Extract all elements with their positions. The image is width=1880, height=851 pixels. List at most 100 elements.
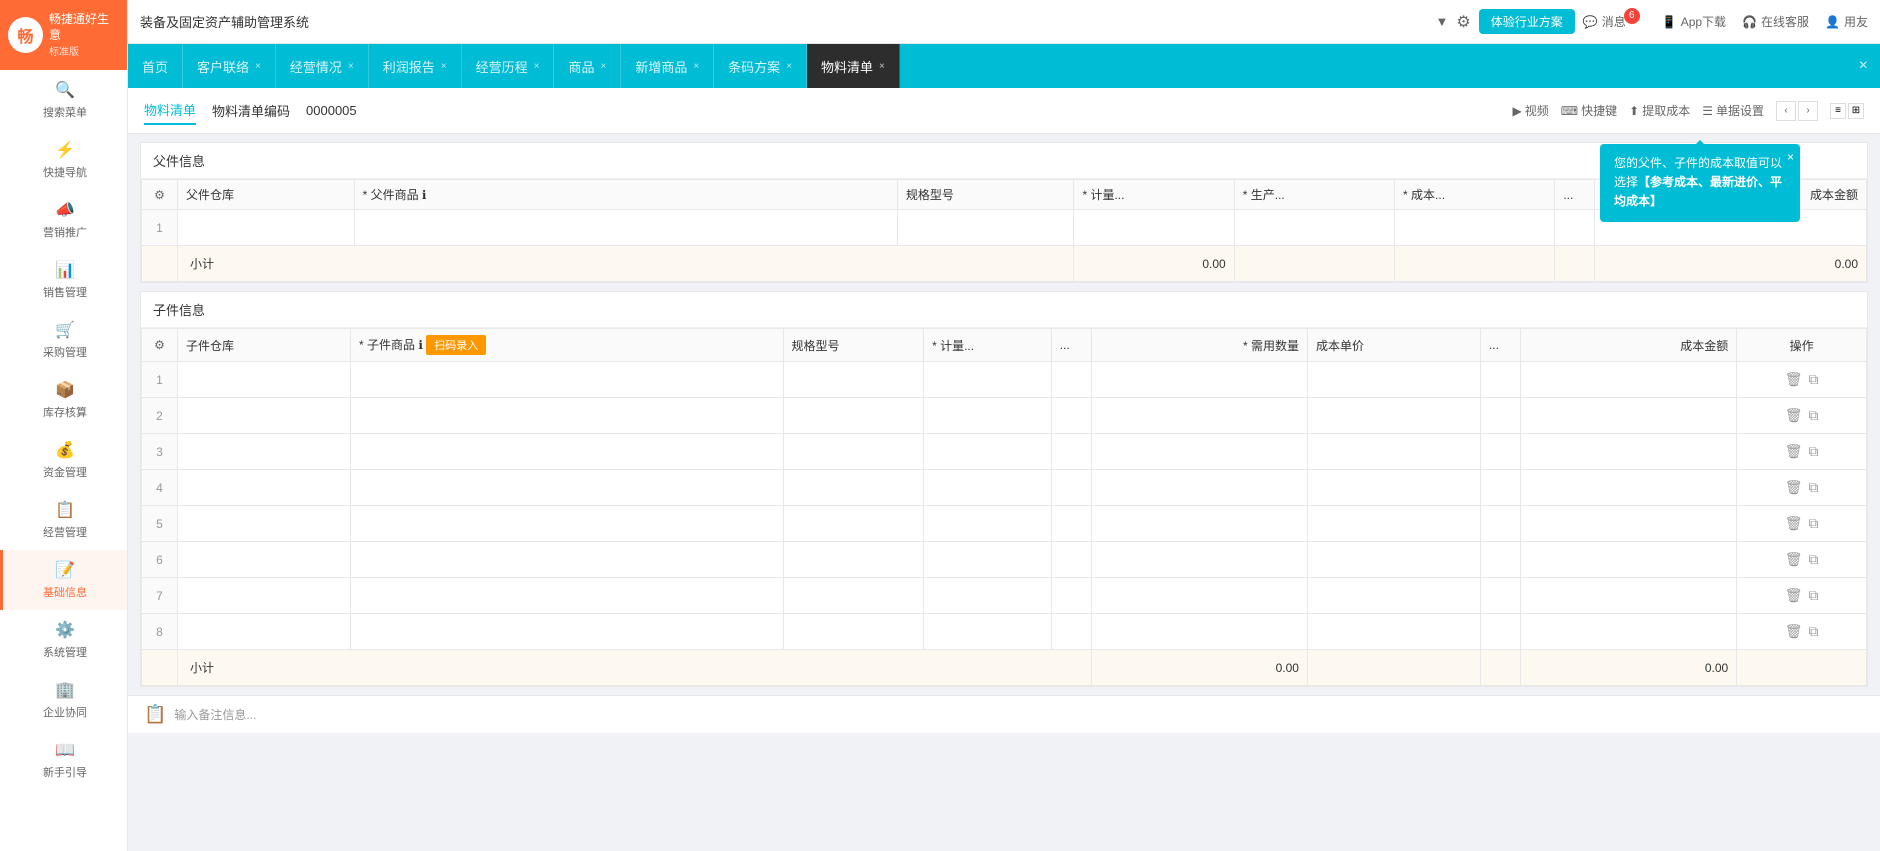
child-qty-6[interactable] bbox=[924, 542, 1052, 578]
parent-spec-cell[interactable] bbox=[897, 210, 1074, 246]
video-button[interactable]: ▶ 视频 bbox=[1513, 102, 1549, 119]
child-warehouse-1[interactable] bbox=[178, 362, 351, 398]
grid-view-icon[interactable]: ⊞ bbox=[1848, 103, 1864, 119]
child-spec-5[interactable] bbox=[783, 506, 924, 542]
parent-warehouse-cell[interactable] bbox=[178, 210, 355, 246]
copy-icon-5[interactable]: ⧉ bbox=[1808, 515, 1818, 532]
tab-barcode[interactable]: 条码方案 × bbox=[714, 44, 807, 88]
child-goods-7[interactable] bbox=[351, 578, 784, 614]
child-cost-unit-1[interactable] bbox=[1307, 362, 1480, 398]
copy-icon-2[interactable]: ⧉ bbox=[1808, 407, 1818, 424]
tab-close-new-goods[interactable]: × bbox=[693, 61, 699, 72]
child-spec-7[interactable] bbox=[783, 578, 924, 614]
sidebar-item-search[interactable]: 🔍 搜索菜单 bbox=[0, 70, 127, 130]
sidebar-item-inventory[interactable]: 📦 库存核算 bbox=[0, 370, 127, 430]
trial-tag[interactable]: 体验行业方案 bbox=[1479, 9, 1575, 34]
child-cost-unit-2[interactable] bbox=[1307, 398, 1480, 434]
child-qty-needed-2[interactable] bbox=[1091, 398, 1307, 434]
shortcut-button[interactable]: ⌨ 快捷键 bbox=[1561, 102, 1617, 119]
child-spec-2[interactable] bbox=[783, 398, 924, 434]
parent-col-settings[interactable]: ⚙ bbox=[142, 180, 178, 210]
next-arrow[interactable]: › bbox=[1798, 101, 1818, 121]
copy-icon-8[interactable]: ⧉ bbox=[1808, 623, 1818, 640]
child-qty-needed-8[interactable] bbox=[1091, 614, 1307, 650]
tab-history[interactable]: 经营历程 × bbox=[462, 44, 555, 88]
child-qty-needed-4[interactable] bbox=[1091, 470, 1307, 506]
child-warehouse-8[interactable] bbox=[178, 614, 351, 650]
tab-profit[interactable]: 利润报告 × bbox=[369, 44, 462, 88]
tab-close-customer[interactable]: × bbox=[255, 61, 261, 72]
sidebar-item-quick-nav[interactable]: ⚡ 快捷导航 bbox=[0, 130, 127, 190]
tab-close-operations[interactable]: × bbox=[348, 61, 354, 72]
online-service-button[interactable]: 🎧 在线客服 bbox=[1742, 13, 1809, 30]
delete-icon-8[interactable]: 🗑 bbox=[1785, 623, 1803, 640]
child-goods-8[interactable] bbox=[351, 614, 784, 650]
nav-close-all[interactable]: × bbox=[1847, 57, 1880, 75]
tab-close-profit[interactable]: × bbox=[441, 61, 447, 72]
sidebar-item-enterprise[interactable]: 🏢 企业协同 bbox=[0, 670, 127, 730]
child-qty-needed-5[interactable] bbox=[1091, 506, 1307, 542]
child-warehouse-4[interactable] bbox=[178, 470, 351, 506]
child-goods-1[interactable] bbox=[351, 362, 784, 398]
copy-icon-3[interactable]: ⧉ bbox=[1808, 443, 1818, 460]
child-cost-unit-8[interactable] bbox=[1307, 614, 1480, 650]
sidebar-item-sales[interactable]: 📊 销售管理 bbox=[0, 250, 127, 310]
child-cost-unit-6[interactable] bbox=[1307, 542, 1480, 578]
parent-cost-cell[interactable] bbox=[1395, 210, 1555, 246]
gear-icon[interactable]: ⚙ bbox=[1456, 12, 1470, 32]
dropdown-arrow-icon[interactable]: ▼ bbox=[1436, 14, 1449, 29]
tab-goods[interactable]: 商品 × bbox=[554, 44, 621, 88]
tab-close-barcode[interactable]: × bbox=[786, 61, 792, 72]
sidebar-item-purchase[interactable]: 🛒 采购管理 bbox=[0, 310, 127, 370]
child-spec-3[interactable] bbox=[783, 434, 924, 470]
copy-icon-6[interactable]: ⧉ bbox=[1808, 551, 1818, 568]
child-spec-8[interactable] bbox=[783, 614, 924, 650]
prev-arrow[interactable]: ‹ bbox=[1776, 101, 1796, 121]
user-area[interactable]: 👤 用友 bbox=[1825, 13, 1868, 30]
delete-icon-2[interactable]: 🗑 bbox=[1785, 407, 1803, 424]
notes-placeholder[interactable]: 输入备注信息... bbox=[174, 706, 256, 723]
tab-operations[interactable]: 经营情况 × bbox=[276, 44, 369, 88]
child-qty-needed-7[interactable] bbox=[1091, 578, 1307, 614]
sidebar-item-guide[interactable]: 📖 新手引导 bbox=[0, 730, 127, 790]
child-cost-unit-7[interactable] bbox=[1307, 578, 1480, 614]
extract-cost-button[interactable]: ⬆ 提取成本 bbox=[1629, 102, 1690, 119]
delete-icon-1[interactable]: 🗑 bbox=[1785, 371, 1803, 388]
child-qty-7[interactable] bbox=[924, 578, 1052, 614]
child-qty-needed-1[interactable] bbox=[1091, 362, 1307, 398]
child-qty-needed-6[interactable] bbox=[1091, 542, 1307, 578]
child-spec-4[interactable] bbox=[783, 470, 924, 506]
tab-close-bom[interactable]: × bbox=[879, 61, 885, 72]
child-spec-6[interactable] bbox=[783, 542, 924, 578]
child-qty-2[interactable] bbox=[924, 398, 1052, 434]
sidebar-item-finance[interactable]: 💰 资金管理 bbox=[0, 430, 127, 490]
delete-icon-7[interactable]: 🗑 bbox=[1785, 587, 1803, 604]
parent-goods-cell[interactable] bbox=[354, 210, 897, 246]
tab-close-history[interactable]: × bbox=[534, 61, 540, 72]
child-qty-3[interactable] bbox=[924, 434, 1052, 470]
child-goods-4[interactable] bbox=[351, 470, 784, 506]
child-goods-5[interactable] bbox=[351, 506, 784, 542]
single-settings-button[interactable]: ☰ 单据设置 bbox=[1702, 102, 1764, 119]
copy-icon-1[interactable]: ⧉ bbox=[1808, 371, 1818, 388]
copy-icon-7[interactable]: ⧉ bbox=[1808, 587, 1818, 604]
child-goods-6[interactable] bbox=[351, 542, 784, 578]
child-qty-8[interactable] bbox=[924, 614, 1052, 650]
copy-icon-4[interactable]: ⧉ bbox=[1808, 479, 1818, 496]
delete-icon-6[interactable]: 🗑 bbox=[1785, 551, 1803, 568]
tab-new-goods[interactable]: 新增商品 × bbox=[621, 44, 714, 88]
sidebar-item-marketing[interactable]: 📣 营销推广 bbox=[0, 190, 127, 250]
child-col-settings[interactable]: ⚙ bbox=[142, 329, 178, 362]
tab-home[interactable]: 首页 bbox=[128, 44, 183, 88]
delete-icon-3[interactable]: 🗑 bbox=[1785, 443, 1803, 460]
delete-icon-5[interactable]: 🗑 bbox=[1785, 515, 1803, 532]
child-warehouse-3[interactable] bbox=[178, 434, 351, 470]
child-goods-2[interactable] bbox=[351, 398, 784, 434]
sidebar-logo[interactable]: 畅 畅捷通好生意 标准版 bbox=[0, 0, 127, 70]
parent-qty-cell[interactable] bbox=[1074, 210, 1234, 246]
tooltip-close[interactable]: × bbox=[1787, 148, 1794, 167]
message-button[interactable]: 💬 消息 6 bbox=[1583, 13, 1646, 30]
tab-bom[interactable]: 物料清单 × bbox=[807, 44, 900, 88]
sidebar-item-basic-info[interactable]: 📝 基础信息 bbox=[0, 550, 127, 610]
child-warehouse-2[interactable] bbox=[178, 398, 351, 434]
